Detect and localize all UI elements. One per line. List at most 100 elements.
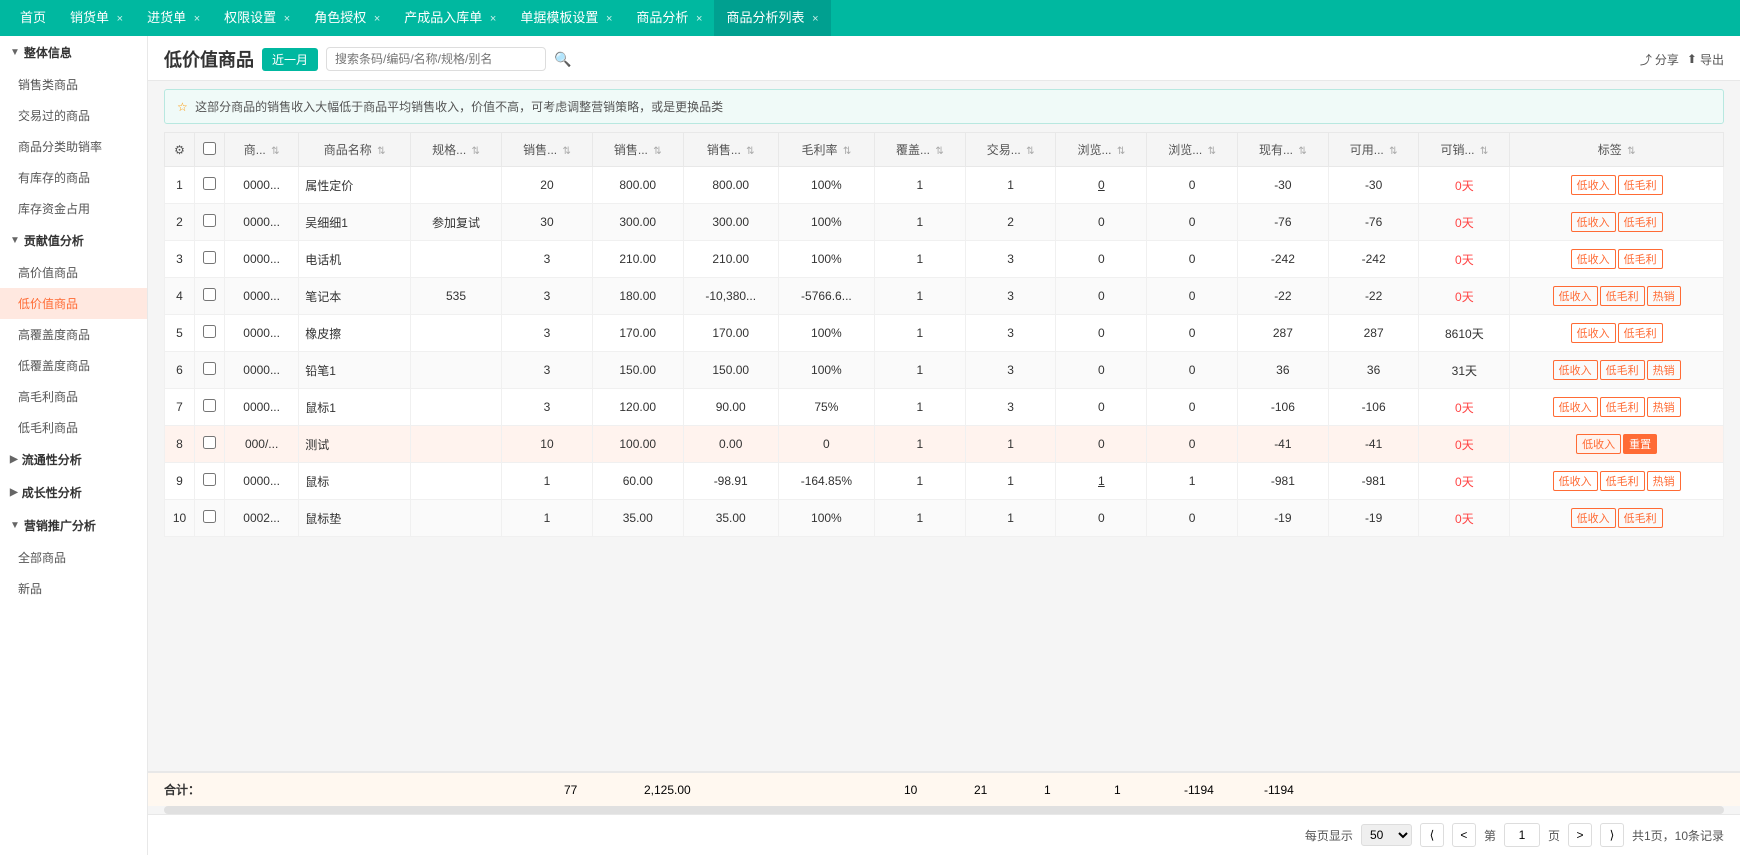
col-cov[interactable]: 覆盖... ⇅ <box>874 133 965 167</box>
row-checkbox[interactable] <box>195 426 225 463</box>
col-gross[interactable]: 毛利率 ⇅ <box>778 133 874 167</box>
row-checkbox[interactable] <box>195 352 225 389</box>
col-stock1[interactable]: 现有... ⇅ <box>1237 133 1328 167</box>
col-spec[interactable]: 规格... ⇅ <box>410 133 501 167</box>
col-settings[interactable]: ⚙ <box>165 133 195 167</box>
col-stock3[interactable]: 可销... ⇅ <box>1419 133 1510 167</box>
close-icon[interactable]: × <box>117 13 123 25</box>
sidebar-item-new-products[interactable]: 新品 <box>0 573 147 604</box>
sidebar-group-growth[interactable]: ▶ 成长性分析 <box>0 476 147 509</box>
export-button[interactable]: ⬆ 导出 <box>1687 51 1724 68</box>
sidebar-item-low-margin[interactable]: 低毛利商品 <box>0 412 147 443</box>
nav-sales[interactable]: 销货单 × <box>58 0 135 36</box>
sidebar-item-stock-capital[interactable]: 库存资金占用 <box>0 193 147 224</box>
row-browse1[interactable]: 0 <box>1056 167 1147 204</box>
row-select-checkbox[interactable] <box>203 177 216 190</box>
close-icon[interactable]: × <box>696 13 702 25</box>
sidebar-group-contribution[interactable]: ▼ 贡献值分析 <box>0 224 147 257</box>
header-actions: ⤴ 分享 ⬆ 导出 <box>1640 51 1724 68</box>
sidebar-item-low-coverage[interactable]: 低覆盖度商品 <box>0 350 147 381</box>
col-stock2[interactable]: 可用... ⇅ <box>1328 133 1419 167</box>
page-number-input[interactable] <box>1504 823 1540 847</box>
row-select-checkbox[interactable] <box>203 251 216 264</box>
sidebar-group-circulation[interactable]: ▶ 流通性分析 <box>0 443 147 476</box>
select-all-checkbox[interactable] <box>203 142 216 155</box>
nav-permissions[interactable]: 权限设置 × <box>212 0 302 36</box>
row-select-checkbox[interactable] <box>203 325 216 338</box>
row-select-checkbox[interactable] <box>203 288 216 301</box>
nav-product-analysis[interactable]: 商品分析 × <box>624 0 714 36</box>
row-checkbox[interactable] <box>195 463 225 500</box>
row-stock1: -242 <box>1237 241 1328 278</box>
search-icon[interactable]: 🔍 <box>554 51 571 68</box>
row-checkbox[interactable] <box>195 204 225 241</box>
col-checkbox[interactable] <box>195 133 225 167</box>
nav-product-analysis-list[interactable]: 商品分析列表 × <box>714 0 830 36</box>
row-name: 铅笔1 <box>299 352 411 389</box>
browse-link[interactable]: 1 <box>1098 474 1105 488</box>
col-s2[interactable]: 销售... ⇅ <box>592 133 683 167</box>
col-s3[interactable]: 销售... ⇅ <box>683 133 778 167</box>
row-checkbox[interactable] <box>195 167 225 204</box>
share-button[interactable]: ⤴ 分享 <box>1640 51 1679 68</box>
row-tags: 低收入低毛利热销 <box>1510 389 1724 426</box>
close-icon[interactable]: × <box>284 13 290 25</box>
sidebar-item-sales-goods[interactable]: 销售类商品 <box>0 69 147 100</box>
sidebar-item-high-value[interactable]: 高价值商品 <box>0 257 147 288</box>
row-checkbox[interactable] <box>195 500 225 537</box>
row-select-checkbox[interactable] <box>203 399 216 412</box>
sidebar-item-category-rate[interactable]: 商品分类助销率 <box>0 131 147 162</box>
sidebar-item-low-value[interactable]: 低价值商品 <box>0 288 147 319</box>
first-page-button[interactable]: ⟨ <box>1420 823 1444 847</box>
close-icon[interactable]: × <box>812 13 818 25</box>
nav-home[interactable]: 首页 <box>8 0 58 36</box>
col-tags[interactable]: 标签 ⇅ <box>1510 133 1724 167</box>
col-s1[interactable]: 销售... ⇅ <box>502 133 593 167</box>
nav-roles[interactable]: 角色授权 × <box>302 0 392 36</box>
close-icon[interactable]: × <box>606 13 612 25</box>
next-page-button[interactable]: > <box>1568 823 1592 847</box>
prev-page-button[interactable]: < <box>1452 823 1476 847</box>
close-icon[interactable]: × <box>374 13 380 25</box>
content-header: 低价值商品 近一月 🔍 ⤴ 分享 ⬆ 导出 <box>148 36 1740 81</box>
col-browse1[interactable]: 浏览... ⇅ <box>1056 133 1147 167</box>
close-icon[interactable]: × <box>194 13 200 25</box>
sidebar-item-all-products[interactable]: 全部商品 <box>0 542 147 573</box>
row-select-checkbox[interactable] <box>203 436 216 449</box>
row-select-checkbox[interactable] <box>203 510 216 523</box>
col-trade[interactable]: 交易... ⇅ <box>965 133 1056 167</box>
row-checkbox[interactable] <box>195 389 225 426</box>
close-icon[interactable]: × <box>490 13 496 25</box>
search-input[interactable] <box>326 47 546 71</box>
total-stock1: -1194 <box>1184 783 1264 797</box>
total-cov: 10 <box>904 783 974 797</box>
row-select-checkbox[interactable] <box>203 214 216 227</box>
sidebar-item-high-coverage[interactable]: 高覆盖度商品 <box>0 319 147 350</box>
col-name[interactable]: 商品名称 ⇅ <box>299 133 411 167</box>
row-s3: 300.00 <box>683 204 778 241</box>
sidebar-item-stock-goods[interactable]: 有库存的商品 <box>0 162 147 193</box>
row-days: 0天 <box>1419 463 1510 500</box>
last-page-button[interactable]: ⟩ <box>1600 823 1624 847</box>
sidebar-item-traded-goods[interactable]: 交易过的商品 <box>0 100 147 131</box>
row-browse1[interactable]: 1 <box>1056 463 1147 500</box>
sidebar-group-overall[interactable]: ▼ 整体信息 <box>0 36 147 69</box>
row-tags: 低收入低毛利 <box>1510 204 1724 241</box>
row-spec <box>410 167 501 204</box>
sidebar-item-high-margin[interactable]: 高毛利商品 <box>0 381 147 412</box>
row-checkbox[interactable] <box>195 241 225 278</box>
page-size-select[interactable]: 50 100 <box>1361 824 1412 846</box>
horizontal-scrollbar[interactable] <box>164 806 1724 814</box>
row-checkbox[interactable] <box>195 278 225 315</box>
nav-template[interactable]: 单据模板设置 × <box>508 0 624 36</box>
nav-finished-goods[interactable]: 产成品入库单 × <box>392 0 508 36</box>
time-filter-button[interactable]: 近一月 <box>262 48 318 71</box>
row-select-checkbox[interactable] <box>203 362 216 375</box>
nav-purchase[interactable]: 进货单 × <box>135 0 212 36</box>
row-checkbox[interactable] <box>195 315 225 352</box>
col-browse2[interactable]: 浏览... ⇅ <box>1147 133 1238 167</box>
sidebar-group-marketing[interactable]: ▼ 营销推广分析 <box>0 509 147 542</box>
browse-link[interactable]: 0 <box>1098 178 1105 192</box>
row-select-checkbox[interactable] <box>203 473 216 486</box>
col-code[interactable]: 商... ⇅ <box>225 133 299 167</box>
